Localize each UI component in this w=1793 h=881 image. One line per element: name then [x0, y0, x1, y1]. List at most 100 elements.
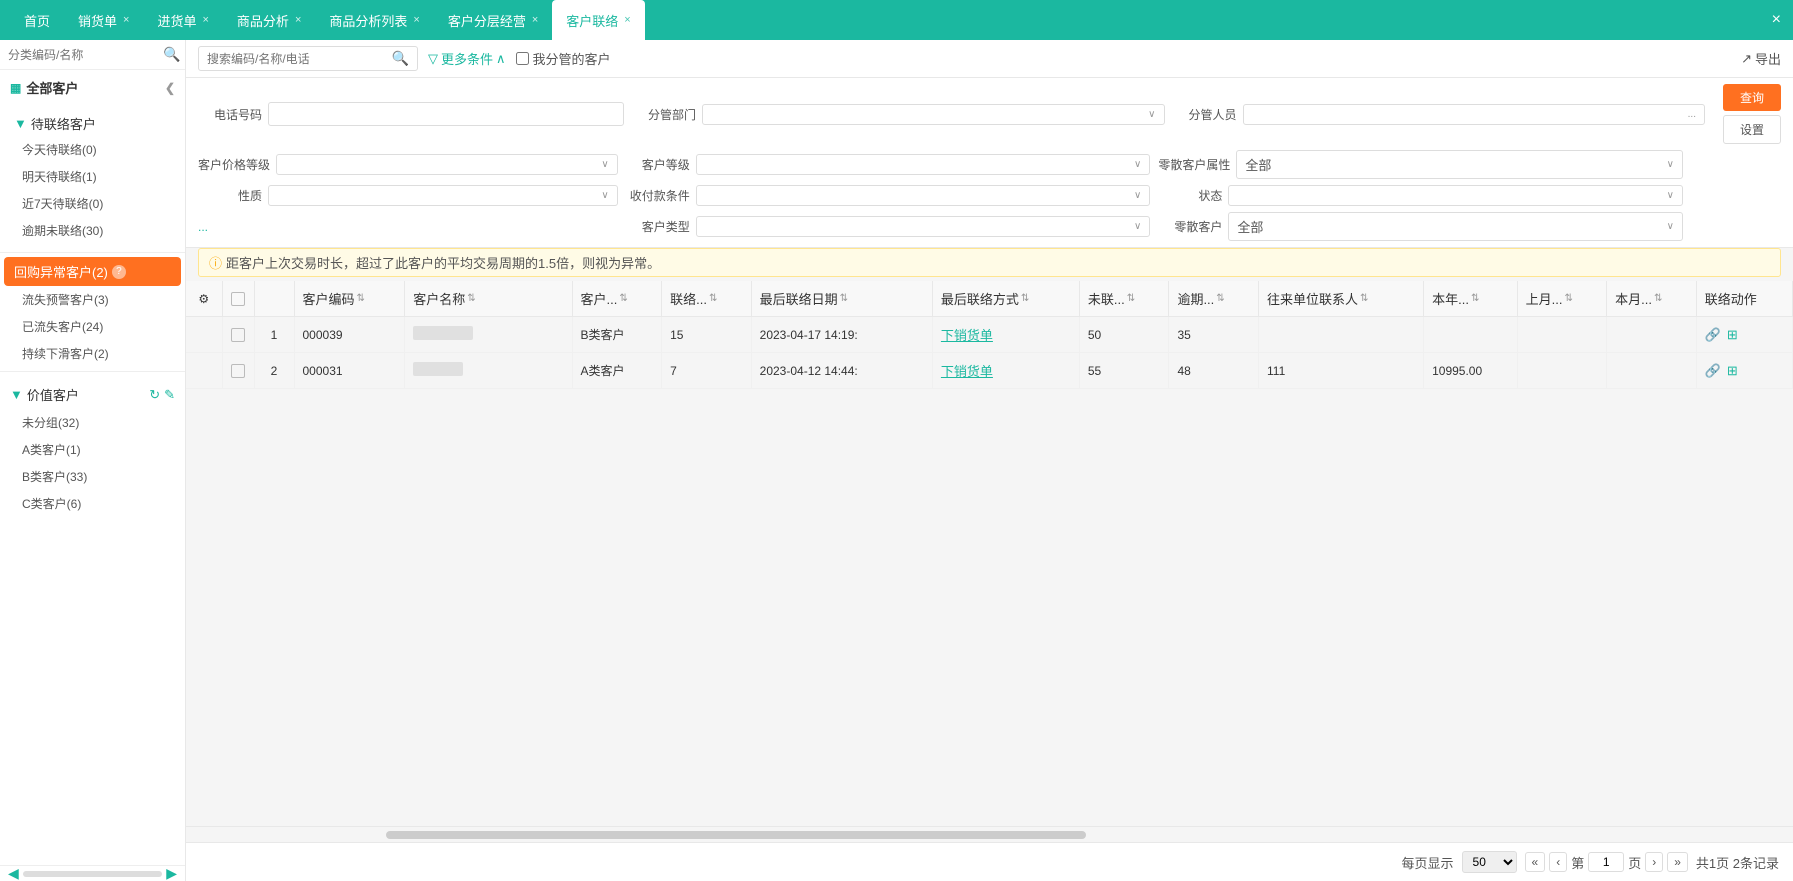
sort-icon-last-month[interactable]: ⇅ — [1564, 293, 1572, 304]
sort-icon-contact[interactable]: ⇅ — [709, 293, 717, 304]
th-level[interactable]: 客户...⇅ — [572, 281, 662, 317]
sidebar-item-churned[interactable]: 已流失客户(24) — [0, 313, 185, 340]
prev-page-btn[interactable]: ‹ — [1549, 852, 1567, 872]
filter-retail-customer-select[interactable]: 全部 ∨ — [1228, 212, 1683, 241]
close-tab-customer-contact[interactable]: × — [624, 14, 630, 26]
th-this-year[interactable]: 本年...⇅ — [1424, 281, 1518, 317]
sort-icon-last-method[interactable]: ⇅ — [1021, 293, 1029, 304]
th-last-date[interactable]: 最后联络日期⇅ — [751, 281, 932, 317]
my-customer-filter[interactable]: 我分管的客户 — [516, 49, 611, 68]
th-unread[interactable]: 未联...⇅ — [1079, 281, 1169, 317]
filter-status-select[interactable]: ∨ — [1228, 185, 1683, 206]
filter-phone-input[interactable] — [268, 102, 624, 126]
close-all-tabs[interactable]: × — [1772, 11, 1781, 29]
next-page-btn[interactable]: › — [1645, 852, 1663, 872]
horizontal-scrollbar[interactable] — [186, 826, 1793, 842]
sidebar-item-today[interactable]: 今天待联络(0) — [0, 136, 185, 163]
action-link-icon-1[interactable]: 🔗 — [1705, 327, 1721, 343]
tab-sales[interactable]: 销货单 × — [64, 0, 143, 40]
per-page-select[interactable]: 50 20 100 — [1462, 851, 1517, 873]
sort-icon-level[interactable]: ⇅ — [619, 293, 627, 304]
sidebar-item-unclassified[interactable]: 未分组(32) — [0, 409, 185, 436]
action-grid-icon-1[interactable]: ⊞ — [1727, 327, 1738, 343]
th-last-month[interactable]: 上月...⇅ — [1517, 281, 1607, 317]
sidebar-item-tomorrow[interactable]: 明天待联络(1) — [0, 163, 185, 190]
sidebar-scroll-right[interactable]: ▶ — [166, 865, 177, 881]
settings-button[interactable]: 设置 — [1723, 115, 1781, 144]
row1-last-method[interactable]: 下销货单 — [932, 317, 1079, 353]
filter-nature-select[interactable]: ∨ — [268, 185, 618, 206]
sort-icon-this-month[interactable]: ⇅ — [1654, 293, 1662, 304]
sort-icon-last-date[interactable]: ⇅ — [840, 293, 848, 304]
filter-manager-select[interactable]: ... — [1243, 104, 1706, 125]
sidebar-search-icon[interactable]: 🔍 — [163, 46, 180, 63]
sidebar-scroll-left[interactable]: ◀ — [8, 865, 19, 881]
sidebar-item-c-class[interactable]: C类客户(6) — [0, 490, 185, 517]
row2-name[interactable] — [405, 353, 572, 389]
sidebar-item-b-class[interactable]: B类客户(33) — [0, 463, 185, 490]
sort-icon-this-year[interactable]: ⇅ — [1471, 293, 1479, 304]
sidebar-item-repurchase-anomaly[interactable]: 回购异常客户(2) ? — [4, 257, 181, 286]
refresh-icon[interactable]: ↻ — [149, 387, 160, 403]
row2-code[interactable]: 000031 — [294, 353, 405, 389]
th-settings[interactable]: ⚙ — [186, 281, 222, 317]
th-contacts[interactable]: 往来单位联系人⇅ — [1259, 281, 1424, 317]
th-code[interactable]: 客户编码⇅ — [294, 281, 405, 317]
ellipsis-icon[interactable]: ... — [1688, 109, 1696, 120]
filter-payment-select[interactable]: ∨ — [696, 185, 1151, 206]
th-overdue[interactable]: 逾期...⇅ — [1169, 281, 1259, 317]
action-link-icon-2[interactable]: 🔗 — [1705, 363, 1721, 379]
sort-icon-unread[interactable]: ⇅ — [1127, 293, 1135, 304]
more-conditions-btn[interactable]: ▽ 更多条件 ∧ — [428, 49, 506, 68]
th-this-month[interactable]: 本月...⇅ — [1607, 281, 1697, 317]
close-tab-product-analysis-list[interactable]: × — [413, 14, 419, 26]
row2-last-method[interactable]: 下销货单 — [932, 353, 1079, 389]
sidebar-search-area[interactable]: 🔍 — [0, 40, 185, 70]
filter-customer-type-select[interactable]: ∨ — [696, 216, 1151, 237]
first-page-btn[interactable]: « — [1525, 852, 1546, 872]
search-icon[interactable]: 🔍 — [392, 50, 409, 67]
tab-home[interactable]: 首页 — [10, 0, 64, 40]
query-button[interactable]: 查询 — [1723, 84, 1781, 111]
close-tab-customer-tiering[interactable]: × — [532, 14, 538, 26]
row2-check[interactable] — [222, 353, 254, 389]
pending-group-title[interactable]: ▼ 待联络客户 — [0, 109, 185, 136]
edit-icon[interactable]: ✎ — [164, 387, 175, 403]
close-tab-purchase[interactable]: × — [202, 14, 208, 26]
th-name[interactable]: 客户名称⇅ — [405, 281, 572, 317]
sidebar-item-churn-warning[interactable]: 流失预警客户(3) — [0, 286, 185, 313]
help-icon[interactable]: ? — [112, 265, 126, 279]
close-tab-product-analysis[interactable]: × — [295, 14, 301, 26]
all-customers-header[interactable]: ▦ 全部客户 ❮ — [0, 70, 185, 105]
search-box[interactable]: 🔍 — [198, 46, 418, 71]
filter-more-text[interactable]: ... — [198, 220, 208, 234]
row1-check[interactable] — [222, 317, 254, 353]
collapse-sidebar-icon[interactable]: ❮ — [165, 81, 175, 95]
filter-dept-select[interactable]: ∨ — [702, 104, 1165, 125]
close-tab-sales[interactable]: × — [123, 14, 129, 26]
th-contact[interactable]: 联络...⇅ — [662, 281, 752, 317]
sidebar-item-overdue[interactable]: 逾期未联络(30) — [0, 217, 185, 244]
filter-price-level-select[interactable]: ∨ — [276, 154, 618, 175]
export-btn[interactable]: ↗ 导出 — [1741, 49, 1781, 68]
row1-name[interactable] — [405, 317, 572, 353]
sidebar-search-input[interactable] — [8, 48, 163, 62]
page-input[interactable] — [1588, 852, 1624, 872]
filter-customer-level-select[interactable]: ∨ — [696, 154, 1151, 175]
search-input[interactable] — [207, 52, 392, 66]
tab-product-analysis[interactable]: 商品分析 × — [223, 0, 315, 40]
my-customer-checkbox[interactable] — [516, 52, 529, 65]
tab-product-analysis-list[interactable]: 商品分析列表 × — [315, 0, 433, 40]
sidebar-item-7days[interactable]: 近7天待联络(0) — [0, 190, 185, 217]
value-customers-header[interactable]: ▼ 价值客户 ↻ ✎ — [0, 380, 185, 409]
last-page-btn[interactable]: » — [1667, 852, 1688, 872]
action-grid-icon-2[interactable]: ⊞ — [1727, 363, 1738, 379]
th-last-method[interactable]: 最后联络方式⇅ — [932, 281, 1079, 317]
sort-icon-contacts[interactable]: ⇅ — [1360, 293, 1368, 304]
tab-purchase[interactable]: 进货单 × — [143, 0, 222, 40]
sidebar-item-declining[interactable]: 持续下滑客户(2) — [0, 340, 185, 367]
tab-customer-contact[interactable]: 客户联络 × — [552, 0, 644, 40]
row1-code[interactable]: 000039 — [294, 317, 405, 353]
table-container[interactable]: ⚙ 客户编码⇅ 客户名称⇅ 客户...⇅ 联络...⇅ 最后联络日期⇅ 最后联络… — [186, 281, 1793, 826]
sidebar-item-a-class[interactable]: A类客户(1) — [0, 436, 185, 463]
